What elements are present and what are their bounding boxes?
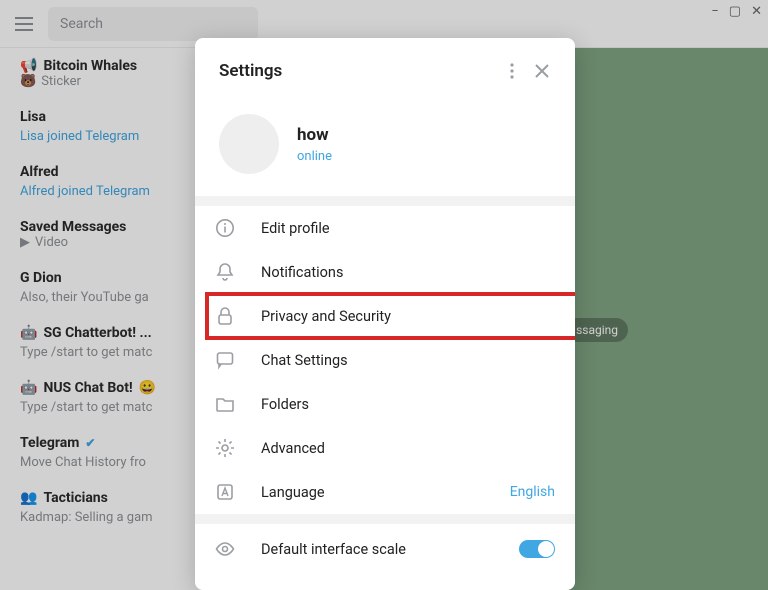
avatar <box>219 114 279 174</box>
lang-icon <box>215 482 251 502</box>
close-icon[interactable] <box>527 56 557 86</box>
settings-label: Folders <box>261 396 555 413</box>
settings-row-scale[interactable]: Default interface scale <box>195 524 575 574</box>
settings-row-chat[interactable]: Chat Settings <box>195 338 575 382</box>
settings-row-lock[interactable]: Privacy and Security <box>195 294 575 338</box>
modal-title: Settings <box>219 61 497 81</box>
eye-icon <box>215 542 251 556</box>
settings-row-bell[interactable]: Notifications <box>195 250 575 294</box>
settings-row-folder[interactable]: Folders <box>195 382 575 426</box>
settings-value: English <box>510 484 555 500</box>
settings-row-gear[interactable]: Advanced <box>195 426 575 470</box>
settings-label: Privacy and Security <box>261 308 555 325</box>
gear-icon <box>215 438 251 458</box>
more-menu-icon[interactable] <box>497 56 527 86</box>
settings-modal: Settings how online Edit profile Notifica… <box>195 38 575 590</box>
settings-label: Language <box>261 484 510 501</box>
settings-label: Default interface scale <box>261 541 519 558</box>
settings-label: Edit profile <box>261 220 555 237</box>
chat-icon <box>215 350 251 370</box>
divider <box>195 514 575 524</box>
lock-icon <box>215 306 251 326</box>
settings-row-lang[interactable]: LanguageEnglish <box>195 470 575 514</box>
divider <box>195 196 575 206</box>
bell-icon <box>215 262 251 282</box>
profile-name: how <box>297 125 332 145</box>
scale-toggle[interactable] <box>519 540 555 558</box>
profile-status: online <box>297 149 332 164</box>
folder-icon <box>215 394 251 414</box>
settings-label: Notifications <box>261 264 555 281</box>
settings-label: Advanced <box>261 440 555 457</box>
settings-row-info[interactable]: Edit profile <box>195 206 575 250</box>
settings-label: Chat Settings <box>261 352 555 369</box>
info-icon <box>215 218 251 238</box>
